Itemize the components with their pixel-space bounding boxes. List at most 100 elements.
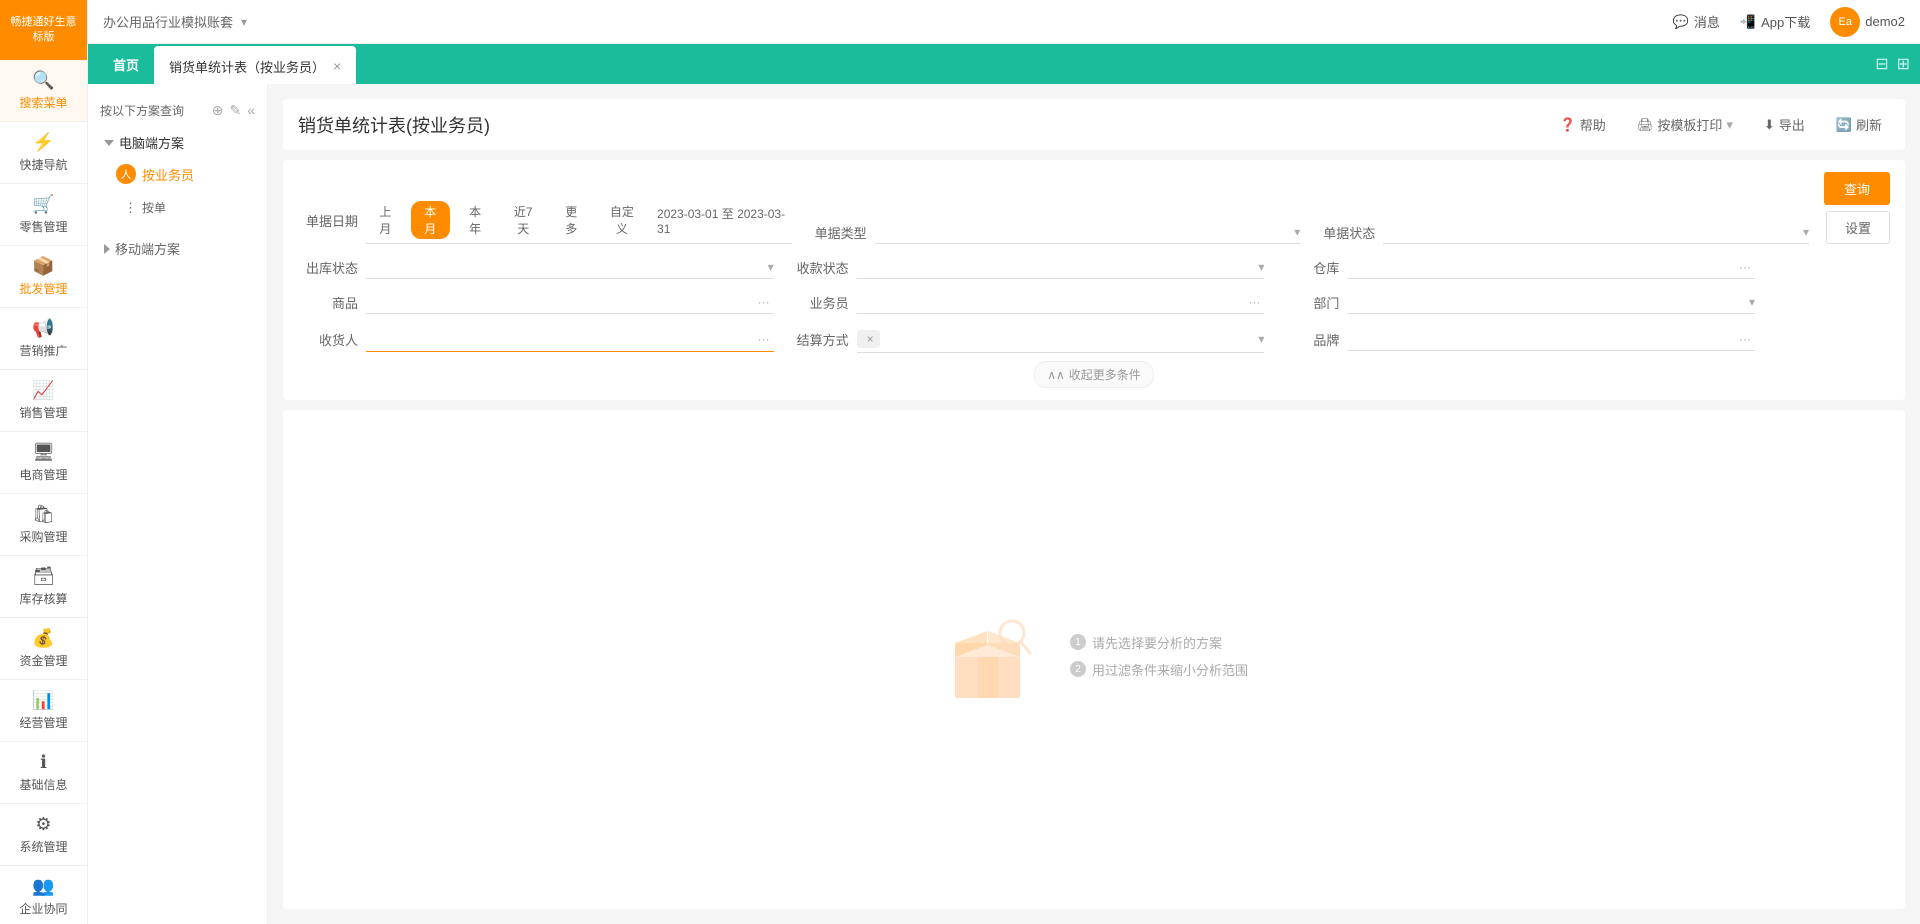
sidebar-item-operation[interactable]: 📊 经营管理	[0, 680, 87, 742]
doc-type-select[interactable]: ▾	[875, 221, 1301, 244]
app-download-action[interactable]: 📲 App下载	[1740, 12, 1810, 31]
last-month-btn[interactable]: 上月	[366, 201, 405, 239]
collapse-panel-btn[interactable]: «	[247, 102, 255, 119]
sidebar-item-wholesale[interactable]: 📦 批发管理	[0, 246, 87, 308]
inventory-icon: 🗃	[32, 566, 55, 587]
out-status-select[interactable]: ▾	[366, 256, 774, 279]
refresh-btn[interactable]: 🔄 刷新	[1828, 111, 1890, 138]
tab-home-label: 首页	[113, 55, 139, 74]
dept-label: 部门	[1279, 293, 1339, 312]
scheme-sub-item-order[interactable]: ⋮ 按单	[116, 194, 239, 221]
desktop-scheme-group: 电脑端方案 人 按业务员 ⋮ 按单	[88, 127, 267, 225]
warehouse-more[interactable]: ···	[1735, 260, 1755, 274]
topbar-dropdown-icon[interactable]: ▾	[241, 15, 247, 29]
goods-select[interactable]: ···	[366, 291, 774, 314]
goods-more[interactable]: ···	[754, 295, 774, 309]
avatar-text: Ea	[1839, 16, 1852, 28]
tab-close-btn[interactable]: ×	[333, 58, 341, 74]
this-month-btn[interactable]: 本月	[411, 201, 450, 239]
empty-illustration	[940, 603, 1040, 716]
this-year-btn[interactable]: 本年	[456, 201, 495, 239]
last7-btn[interactable]: 近7天	[501, 201, 546, 239]
refresh-label: 刷新	[1856, 115, 1882, 134]
settle-tag-close[interactable]: ×	[867, 332, 874, 346]
purchase-icon: 🛍	[32, 504, 55, 525]
query-btn[interactable]: 查询	[1824, 172, 1890, 205]
sidebar-item-basic-info[interactable]: ℹ 基础信息	[0, 742, 87, 804]
settle-select[interactable]: × ▾	[857, 326, 1265, 353]
left-panel: 按以下方案查询 ⊕ ✎ « 电脑端方案 人 按业务员 ⋮	[88, 84, 268, 924]
messages-label: 消息	[1694, 12, 1720, 31]
export-icon: ⬇	[1764, 117, 1775, 133]
brand-select[interactable]: ···	[1347, 328, 1755, 351]
sidebar-item-collaboration[interactable]: 👥 企业协同	[0, 866, 87, 924]
right-panel: 销货单统计表(按业务员) ❓ 帮助 🖨 按模板打印 ▾ ⬇ 导出	[268, 84, 1920, 924]
sidebar-item-label: 电商管理	[19, 466, 67, 483]
date-filter: 上月 本月 本年 近7天 更多 自定义 2023-03-01 至 2023-03…	[366, 197, 792, 244]
sidebar: 畅捷通好生意 标版 🔍 搜索菜单 ⚡ 快捷导航 🛒 零售管理 📦 批发管理 📢 …	[0, 0, 88, 924]
scheme-item-salesman-label: 按业务员	[142, 165, 194, 184]
pay-status-label: 收款状态	[789, 258, 849, 277]
system-icon: ⚙	[35, 814, 51, 835]
scheme-item-icon: 人	[116, 164, 136, 184]
collapse-label: 收起更多条件	[1069, 366, 1141, 383]
salesman-select[interactable]: ···	[857, 291, 1265, 314]
warehouse-select[interactable]: ···	[1347, 256, 1755, 279]
retail-icon: 🛒	[32, 194, 54, 215]
sidebar-item-label: 零售管理	[19, 218, 67, 235]
tab-maximize-btn[interactable]: ⊞	[1897, 54, 1910, 74]
sidebar-item-purchase[interactable]: 🛍 采购管理	[0, 494, 87, 556]
user-name: demo2	[1865, 14, 1905, 29]
more-btn[interactable]: 更多	[552, 201, 591, 239]
print-label: 按模板打印	[1657, 115, 1722, 134]
scheme-sub-label: 按单	[142, 199, 166, 216]
tab-home[interactable]: 首页	[98, 44, 154, 84]
desktop-group-title[interactable]: 电脑端方案	[96, 127, 259, 158]
user-profile[interactable]: Ea demo2	[1830, 7, 1905, 37]
sidebar-item-sales[interactable]: 📈 销售管理	[0, 370, 87, 432]
edit-scheme-btn[interactable]: ✎	[229, 102, 241, 119]
help-icon: ❓	[1560, 117, 1576, 133]
brand-more[interactable]: ···	[1735, 332, 1755, 346]
goods-label: 商品	[298, 293, 358, 312]
sidebar-item-marketing[interactable]: 📢 营销推广	[0, 308, 87, 370]
settings-btn[interactable]: 设置	[1826, 211, 1890, 244]
sidebar-item-retail[interactable]: 🛒 零售管理	[0, 184, 87, 246]
sidebar-item-quick-nav[interactable]: ⚡ 快捷导航	[0, 122, 87, 184]
custom-btn[interactable]: 自定义	[597, 201, 647, 239]
settle-arrow: ▾	[1258, 332, 1264, 346]
sidebar-item-label: 搜索菜单	[19, 94, 67, 111]
recipient-input[interactable]: ···	[366, 328, 774, 352]
app-download-label: App下载	[1761, 12, 1810, 31]
tab-sales-stat[interactable]: 销货单统计表（按业务员） ×	[154, 46, 356, 86]
out-status-label: 出库状态	[298, 258, 358, 277]
sidebar-item-ecommerce[interactable]: 🖥 电商管理	[0, 432, 87, 494]
mobile-group-title[interactable]: 移动端方案	[88, 233, 267, 264]
doc-status-select[interactable]: ▾	[1383, 221, 1809, 244]
recipient-more[interactable]: ···	[754, 332, 774, 346]
collapse-icon	[104, 244, 110, 254]
pay-status-select[interactable]: ▾	[857, 256, 1265, 279]
pay-status-arrow: ▾	[1258, 260, 1264, 274]
recipient-field[interactable]	[366, 332, 754, 347]
scheme-item-salesman[interactable]: 人 按业务员	[96, 158, 259, 190]
tab-minimize-btn[interactable]: ⊟	[1875, 54, 1888, 74]
export-btn[interactable]: ⬇ 导出	[1756, 111, 1813, 138]
sidebar-item-label: 系统管理	[19, 838, 67, 855]
add-scheme-btn[interactable]: ⊕	[212, 102, 224, 119]
date-range-text: 2023-03-01 至 2023-03-31	[657, 205, 792, 236]
dept-select[interactable]: ▾	[1347, 291, 1755, 314]
brand-label: 品牌	[1279, 330, 1339, 349]
page-header: 销货单统计表(按业务员) ❓ 帮助 🖨 按模板打印 ▾ ⬇ 导出	[283, 99, 1905, 150]
content-area: 按以下方案查询 ⊕ ✎ « 电脑端方案 人 按业务员 ⋮	[88, 84, 1920, 924]
collapse-conditions-btn[interactable]: ∧∧ 收起更多条件	[1034, 361, 1154, 388]
sidebar-item-search[interactable]: 🔍 搜索菜单	[0, 60, 87, 122]
print-btn[interactable]: 🖨 按模板打印 ▾	[1629, 111, 1741, 138]
salesman-more[interactable]: ···	[1244, 295, 1264, 309]
sidebar-item-finance[interactable]: 💰 资金管理	[0, 618, 87, 680]
help-btn[interactable]: ❓ 帮助	[1552, 111, 1614, 138]
help-label: 帮助	[1580, 115, 1606, 134]
messages-action[interactable]: 💬 消息	[1673, 12, 1720, 31]
sidebar-item-inventory[interactable]: 🗃 库存核算	[0, 556, 87, 618]
sidebar-item-system[interactable]: ⚙ 系统管理	[0, 804, 87, 866]
